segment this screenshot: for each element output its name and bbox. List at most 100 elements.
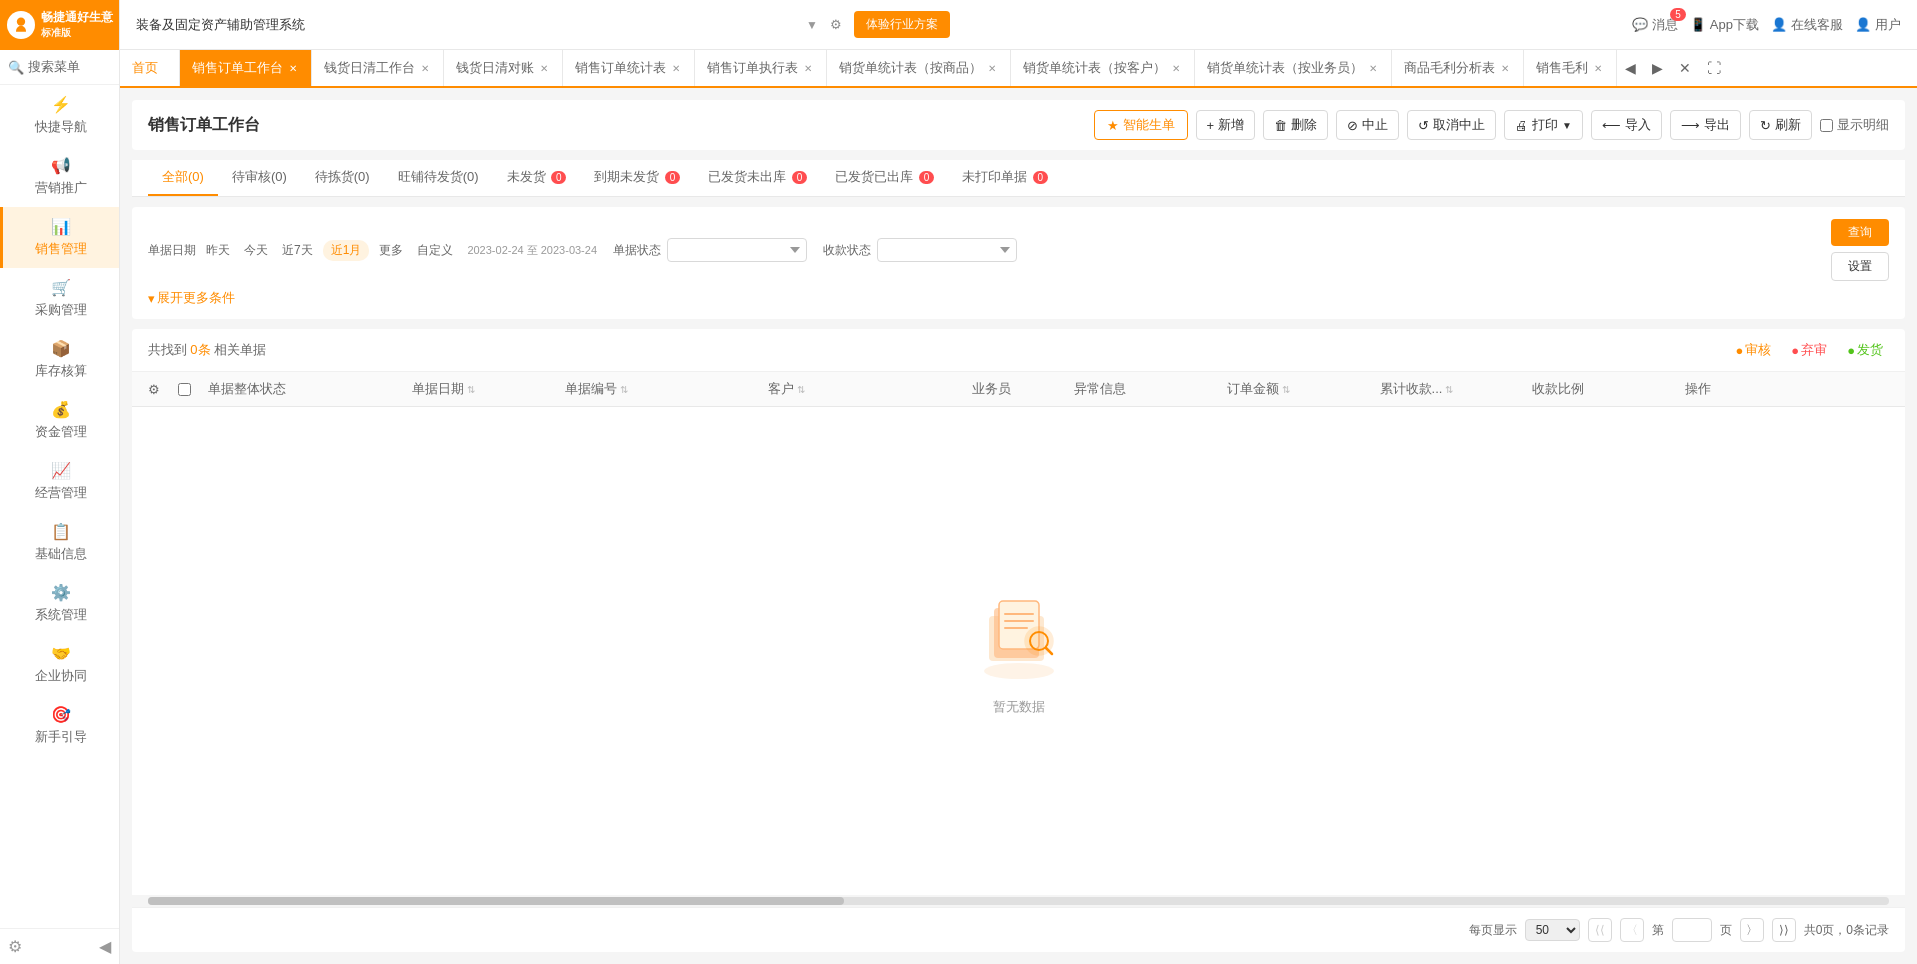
sidebar-item-guide[interactable]: 🎯 新手引导	[0, 695, 119, 756]
tab-close-daily-clear[interactable]: ✕	[419, 62, 431, 75]
online-service-btn[interactable]: 👤 在线客服	[1771, 16, 1843, 34]
tab-prev-btn[interactable]: ◀	[1617, 50, 1644, 86]
sidebar-item-inventory[interactable]: 📦 库存核算	[0, 329, 119, 390]
tab-home[interactable]: 首页	[120, 50, 180, 86]
subtab-unshipped[interactable]: 未发货 0	[493, 160, 581, 196]
tab-close-sales-order[interactable]: ✕	[287, 62, 299, 75]
settings-gear-icon[interactable]: ⚙	[830, 17, 842, 32]
tab-close-gross-profit[interactable]: ✕	[1499, 62, 1511, 75]
select-all-checkbox[interactable]	[178, 383, 191, 396]
delete-btn[interactable]: 🗑 删除	[1263, 110, 1328, 140]
tab-sales-order[interactable]: 销售订单工作台 ✕	[180, 50, 312, 86]
date-opt-yesterday[interactable]: 昨天	[202, 240, 234, 261]
subtab-shipped-not-out[interactable]: 已发货未出库 0	[694, 160, 821, 196]
export-btn[interactable]: ⟶ 导出	[1670, 110, 1741, 140]
subtab-pending-pick[interactable]: 待拣货(0)	[301, 160, 384, 196]
tab-close-order-exec[interactable]: ✕	[802, 62, 814, 75]
tab-close-sale-by-product[interactable]: ✕	[986, 62, 998, 75]
th-customer[interactable]: 客户 ⇅	[768, 380, 972, 398]
page-next-btn[interactable]: 〉	[1740, 918, 1764, 942]
th-received[interactable]: 累计收款... ⇅	[1380, 380, 1533, 398]
tab-close-sale-by-staff[interactable]: ✕	[1367, 62, 1379, 75]
date-opt-1month[interactable]: 近1月	[323, 240, 370, 261]
order-stats-tab-label: 销售订单统计表	[575, 59, 666, 77]
system-title: 装备及固定资产辅助管理系统	[136, 16, 794, 34]
user-btn[interactable]: 👤 用户	[1855, 16, 1901, 34]
page-number-input[interactable]: 1	[1672, 918, 1712, 942]
app-download-btn[interactable]: 📱 App下载	[1690, 16, 1759, 34]
th-date[interactable]: 单据日期 ⇅	[412, 380, 565, 398]
industry-solution-btn[interactable]: 体验行业方案	[854, 11, 950, 38]
show-detail-label[interactable]: 显示明细	[1820, 116, 1889, 134]
tab-order-exec[interactable]: 销售订单执行表 ✕	[695, 50, 827, 86]
refresh-btn[interactable]: ↻ 刷新	[1749, 110, 1812, 140]
date-opt-today[interactable]: 今天	[240, 240, 272, 261]
sidebar-collapse-btn[interactable]: ◀	[99, 937, 111, 956]
sidebar-settings-btn[interactable]: ⚙	[8, 937, 22, 956]
status-filter-select[interactable]	[667, 238, 807, 262]
tab-close-sale-by-customer[interactable]: ✕	[1170, 62, 1182, 75]
audit-action-btn[interactable]: ● 审核	[1729, 339, 1777, 361]
sidebar-item-system[interactable]: ⚙️ 系统管理	[0, 573, 119, 634]
page-size-select[interactable]: 50 100 200	[1525, 919, 1580, 941]
sidebar-item-search[interactable]: 🔍 搜索菜单	[0, 50, 119, 85]
operations-label: 经营管理	[35, 484, 87, 502]
ship-action-btn[interactable]: ● 发货	[1841, 339, 1889, 361]
message-btn[interactable]: 💬 消息 5	[1632, 16, 1678, 34]
tab-close-reconcile[interactable]: ✕	[538, 62, 550, 75]
tab-sales-profit[interactable]: 销售毛利 ✕	[1524, 50, 1617, 86]
th-amount[interactable]: 订单金额 ⇅	[1227, 380, 1380, 398]
tab-sale-by-customer[interactable]: 销货单统计表（按客户） ✕	[1011, 50, 1195, 86]
tab-close-all-btn[interactable]: ✕	[1671, 50, 1699, 86]
tab-fullscreen-btn[interactable]: ⛶	[1699, 50, 1729, 86]
th-settings[interactable]: ⚙	[148, 382, 178, 397]
add-btn[interactable]: + 新增	[1196, 110, 1256, 140]
tab-sale-by-staff[interactable]: 销货单统计表（按业务员） ✕	[1195, 50, 1392, 86]
th-check[interactable]	[178, 383, 208, 396]
expand-filter-btn[interactable]: ▾ 展开更多条件	[148, 289, 1889, 307]
tab-next-btn[interactable]: ▶	[1644, 50, 1671, 86]
tab-order-stats[interactable]: 销售订单统计表 ✕	[563, 50, 695, 86]
smart-create-btn[interactable]: ★ 智能生单	[1094, 110, 1188, 140]
sidebar-item-sales[interactable]: 📊 销售管理	[0, 207, 119, 268]
subtab-overdue-unshipped[interactable]: 到期未发货 0	[580, 160, 694, 196]
query-btn[interactable]: 查询	[1831, 219, 1889, 246]
cancel-circle-icon: ●	[1791, 343, 1799, 358]
sidebar-item-quick-nav[interactable]: ⚡ 快捷导航	[0, 85, 119, 146]
date-opt-more[interactable]: 更多	[375, 240, 407, 261]
enterprise-label: 企业协同	[35, 667, 87, 685]
cancel-audit-action-btn[interactable]: ● 弃审	[1785, 339, 1833, 361]
stop-btn[interactable]: ⊘ 中止	[1336, 110, 1399, 140]
show-detail-checkbox[interactable]	[1820, 119, 1833, 132]
sidebar-item-enterprise[interactable]: 🤝 企业协同	[0, 634, 119, 695]
tab-sale-by-product[interactable]: 销货单统计表（按商品） ✕	[827, 50, 1011, 86]
tab-close-sales-profit[interactable]: ✕	[1592, 62, 1604, 75]
sidebar-item-purchase[interactable]: 🛒 采购管理	[0, 268, 119, 329]
sidebar-item-finance[interactable]: 💰 资金管理	[0, 390, 119, 451]
horizontal-scrollbar[interactable]	[132, 895, 1905, 907]
tab-close-order-stats[interactable]: ✕	[670, 62, 682, 75]
subtab-all[interactable]: 全部(0)	[148, 160, 218, 196]
subtab-unprinted[interactable]: 未打印单据 0	[948, 160, 1062, 196]
date-opt-custom[interactable]: 自定义	[413, 240, 457, 261]
cancel-stop-btn[interactable]: ↺ 取消中止	[1407, 110, 1496, 140]
tab-daily-clear[interactable]: 钱货日清工作台 ✕	[312, 50, 444, 86]
date-opt-7days[interactable]: 近7天	[278, 240, 317, 261]
sidebar-item-operations[interactable]: 📈 经营管理	[0, 451, 119, 512]
subtab-pending-review[interactable]: 待审核(0)	[218, 160, 301, 196]
subtab-wangpu-ship[interactable]: 旺铺待发货(0)	[384, 160, 493, 196]
subtab-shipped-out[interactable]: 已发货已出库 0	[821, 160, 948, 196]
page-prev-btn[interactable]: 〈	[1620, 918, 1644, 942]
sidebar-item-marketing[interactable]: 📢 营销推广	[0, 146, 119, 207]
sidebar-item-basic-info[interactable]: 📋 基础信息	[0, 512, 119, 573]
tab-gross-profit[interactable]: 商品毛利分析表 ✕	[1392, 50, 1524, 86]
filter-setting-btn[interactable]: 设置	[1831, 252, 1889, 281]
payment-filter-select[interactable]	[877, 238, 1017, 262]
th-no[interactable]: 单据编号 ⇅	[565, 380, 769, 398]
scrollbar-thumb[interactable]	[148, 897, 844, 905]
print-btn[interactable]: 🖨 打印 ▼	[1504, 110, 1583, 140]
page-last-btn[interactable]: ⟩⟩	[1772, 918, 1796, 942]
page-first-btn[interactable]: ⟨⟨	[1588, 918, 1612, 942]
tab-reconcile[interactable]: 钱货日清对账 ✕	[444, 50, 563, 86]
import-btn[interactable]: ⟵ 导入	[1591, 110, 1662, 140]
